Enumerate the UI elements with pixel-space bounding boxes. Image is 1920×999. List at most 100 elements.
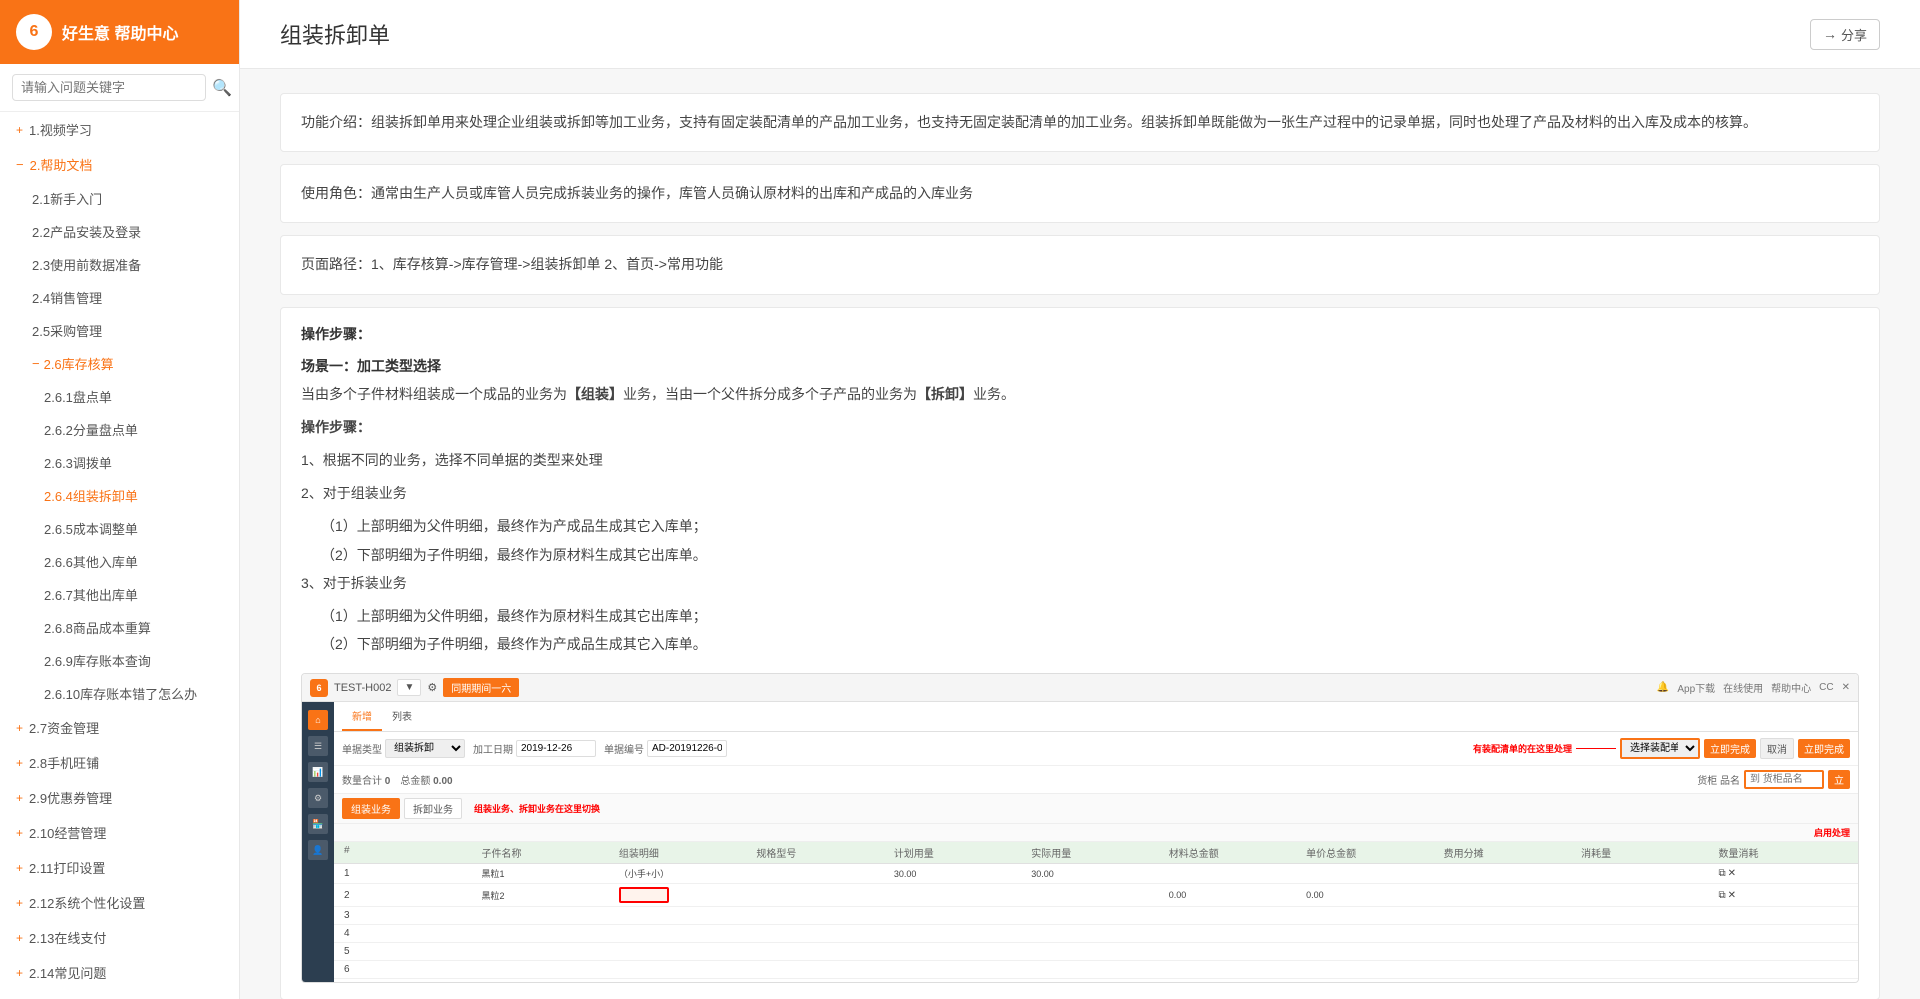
ss-disassembly-btn[interactable]: 拆卸业务: [404, 798, 462, 819]
plus-icon: +: [16, 756, 23, 770]
plus-icon: +: [16, 123, 23, 137]
ss-annotation-assembly: 组装业务、拆卸业务在这里切换: [474, 802, 600, 815]
plus-icon: +: [16, 721, 23, 735]
ss-save-btn[interactable]: 立即完成: [1798, 739, 1850, 758]
sidebar-item-cost-adjust[interactable]: 2.6.5成本调整单: [0, 512, 239, 545]
sidebar-item-new-user[interactable]: 2.1新手入门: [0, 182, 239, 215]
ss-select-type[interactable]: 组装拆卸: [385, 739, 465, 758]
ss-select-config[interactable]: 选择装配单: [1620, 738, 1700, 759]
sidebar-item-coupon[interactable]: + 2.9优惠券管理: [0, 780, 239, 815]
ss-sidebar-user[interactable]: 👤: [308, 840, 328, 860]
ss-tab-list[interactable]: 列表: [382, 702, 422, 731]
ss-app-download: App下载: [1677, 680, 1715, 695]
ss-lower-row-6: 6: [334, 961, 1858, 979]
sidebar-item-cases[interactable]: + 2.15操作案例: [0, 990, 239, 999]
ss-lower-col-no: #: [342, 845, 475, 860]
scene1-title: 场景一：加工类型选择: [301, 356, 1859, 376]
sidebar-item-purchase[interactable]: 2.5采购管理: [0, 314, 239, 347]
page-title: 组装拆卸单: [280, 18, 390, 50]
sidebar-item-stocktake[interactable]: 2.6.1盘点单: [0, 380, 239, 413]
sidebar-item-mobile[interactable]: + 2.8手机旺铺: [0, 745, 239, 780]
step2: 2、对于组装业务: [301, 481, 1859, 506]
share-button[interactable]: → 分享: [1810, 19, 1880, 50]
ss-sidebar-settings[interactable]: ⚙: [308, 788, 328, 808]
sidebar-item-help-docs[interactable]: − 2.帮助文档: [0, 147, 239, 182]
ss-input-no[interactable]: [647, 740, 727, 757]
ss-row-copy-2[interactable]: ⧉: [1719, 890, 1726, 901]
role-block: 使用角色：通常由生产人员或库管人员完成拆装业务的操作，库管人员确认原材料的出库和…: [280, 164, 1880, 223]
ss-confirm-btn[interactable]: 立即完成: [1704, 739, 1756, 758]
sidebar-item-customize[interactable]: + 2.12系统个性化设置: [0, 885, 239, 920]
ss-orange-period-btn[interactable]: 同期期间一六: [443, 678, 519, 697]
sidebar-item-fund[interactable]: + 2.7资金管理: [0, 710, 239, 745]
sidebar-item-ledger-wrong[interactable]: 2.6.10库存账本错了怎么办: [0, 677, 239, 710]
sidebar-item-ledger-query[interactable]: 2.6.9库存账本查询: [0, 644, 239, 677]
sidebar-item-payment[interactable]: + 2.13在线支付: [0, 920, 239, 955]
sidebar-item-inventory[interactable]: − 2.6库存核算: [0, 347, 239, 380]
ss-lower-row-3: 3: [334, 907, 1858, 925]
sidebar-item-operations[interactable]: + 2.10经营管理: [0, 815, 239, 850]
ss-right-controls: 有装配清单的在这里处理 选择装配单 立即完成 取消 立即完成: [1473, 738, 1850, 759]
ss-right-field-input[interactable]: [1744, 770, 1824, 789]
ss-sidebar-store[interactable]: 🏪: [308, 814, 328, 834]
ss-cancel-btn[interactable]: 取消: [1760, 738, 1794, 759]
path-text: 页面路径：1、库存核算->库存管理->组装拆卸单 2、首页->常用功能: [301, 256, 723, 272]
search-input[interactable]: [12, 74, 206, 101]
ops-steps-title: 操作步骤：: [301, 415, 1859, 440]
ss-tab-new[interactable]: 新增: [342, 702, 382, 731]
plus-icon: +: [16, 861, 23, 875]
sidebar-title: 好生意 帮助中心: [62, 20, 178, 44]
ss-sidebar-graph[interactable]: 📊: [308, 762, 328, 782]
ss-assembly-btn[interactable]: 组装业务: [342, 798, 400, 819]
ss-lower-col-detail: 组装明细: [617, 845, 750, 860]
ss-row-delete[interactable]: ✕: [1728, 868, 1736, 879]
plus-icon: +: [16, 896, 23, 910]
sidebar-item-data-prep[interactable]: 2.3使用前数据准备: [0, 248, 239, 281]
sidebar-item-print[interactable]: + 2.11打印设置: [0, 850, 239, 885]
ss-sidebar-list[interactable]: ☰: [308, 736, 328, 756]
ss-row-delete-2[interactable]: ✕: [1728, 890, 1736, 901]
plus-icon: +: [16, 826, 23, 840]
ss-company: TEST-H002: [334, 682, 391, 694]
ss-type-selector: 组装业务 拆卸业务 组装业务、拆卸业务在这里切换: [334, 794, 1858, 824]
ss-lower-input[interactable]: [619, 887, 669, 903]
ss-apply-btn[interactable]: 立: [1828, 770, 1850, 789]
ss-lower-row-1: 1 黑粒1 （小手+小） 30.00 30.00: [334, 864, 1858, 884]
sidebar-item-label: 2.8手机旺铺: [29, 753, 99, 772]
sidebar-item-faq[interactable]: + 2.14常见问题: [0, 955, 239, 990]
ss-lower-table-header: # 子件名称 组装明细 规格型号 计划用量 实际用量 材料总金额 单价总金额 费…: [334, 842, 1858, 864]
ss-label-date: 加工日期: [473, 741, 513, 756]
sidebar-item-install[interactable]: 2.2产品安装及登录: [0, 215, 239, 248]
ss-input-date[interactable]: [516, 740, 596, 757]
sidebar-item-videos[interactable]: + 1.视频学习: [0, 112, 239, 147]
sidebar-item-label: 2.14常见问题: [29, 963, 106, 982]
sidebar-item-partial-stocktake[interactable]: 2.6.2分量盘点单: [0, 413, 239, 446]
annotation-line-1: [1576, 748, 1616, 749]
ss-right-field-area: 货柜 品名 立: [1697, 770, 1850, 789]
nav-section: + 1.视频学习 − 2.帮助文档 2.1新手入门 2.2产品安装及登录 2.3…: [0, 112, 239, 999]
sidebar-item-sales[interactable]: 2.4销售管理: [0, 281, 239, 314]
ss-topbar-left: 6 TEST-H002 ▼ ⚙ 同期期间一六: [310, 678, 519, 697]
ss-sidebar-home[interactable]: ⌂: [308, 710, 328, 730]
ss-period-selector[interactable]: ▼: [397, 679, 421, 696]
sidebar-item-label: 2.10经营管理: [29, 823, 106, 842]
main-header: 组装拆卸单 → 分享: [240, 0, 1920, 69]
ss-bell-icon: 🔔: [1657, 682, 1669, 693]
ss-app-logo: 6: [310, 679, 328, 697]
search-button[interactable]: 🔍: [212, 78, 232, 98]
plus-icon: +: [16, 931, 23, 945]
ss-lower-col-qty: 数量消耗: [1717, 845, 1850, 860]
ss-lower-col-name: 子件名称: [479, 845, 612, 860]
ss-row-copy[interactable]: ⧉: [1719, 868, 1726, 879]
ss-topbar-right: 🔔 App下载 在线使用 帮助中心 CC ✕: [1657, 680, 1850, 695]
sidebar-item-transfer[interactable]: 2.6.3调拨单: [0, 446, 239, 479]
ss-close-icon: ✕: [1842, 682, 1850, 693]
sidebar-item-assembly[interactable]: 2.6.4组装拆卸单: [0, 479, 239, 512]
ss-topbar: 6 TEST-H002 ▼ ⚙ 同期期间一六 🔔 App下载 在线使用 帮助中心…: [302, 674, 1858, 702]
sidebar-item-other-out[interactable]: 2.6.7其他出库单: [0, 578, 239, 611]
sidebar-item-cost-recalc[interactable]: 2.6.8商品成本重算: [0, 611, 239, 644]
step2-1: （1）上部明细为父件明细，最终作为产成品生成其它入库单；: [321, 514, 1859, 539]
path-block: 页面路径：1、库存核算->库存管理->组装拆卸单 2、首页->常用功能: [280, 235, 1880, 294]
plus-icon: +: [16, 791, 23, 805]
sidebar-item-other-in[interactable]: 2.6.6其他入库单: [0, 545, 239, 578]
